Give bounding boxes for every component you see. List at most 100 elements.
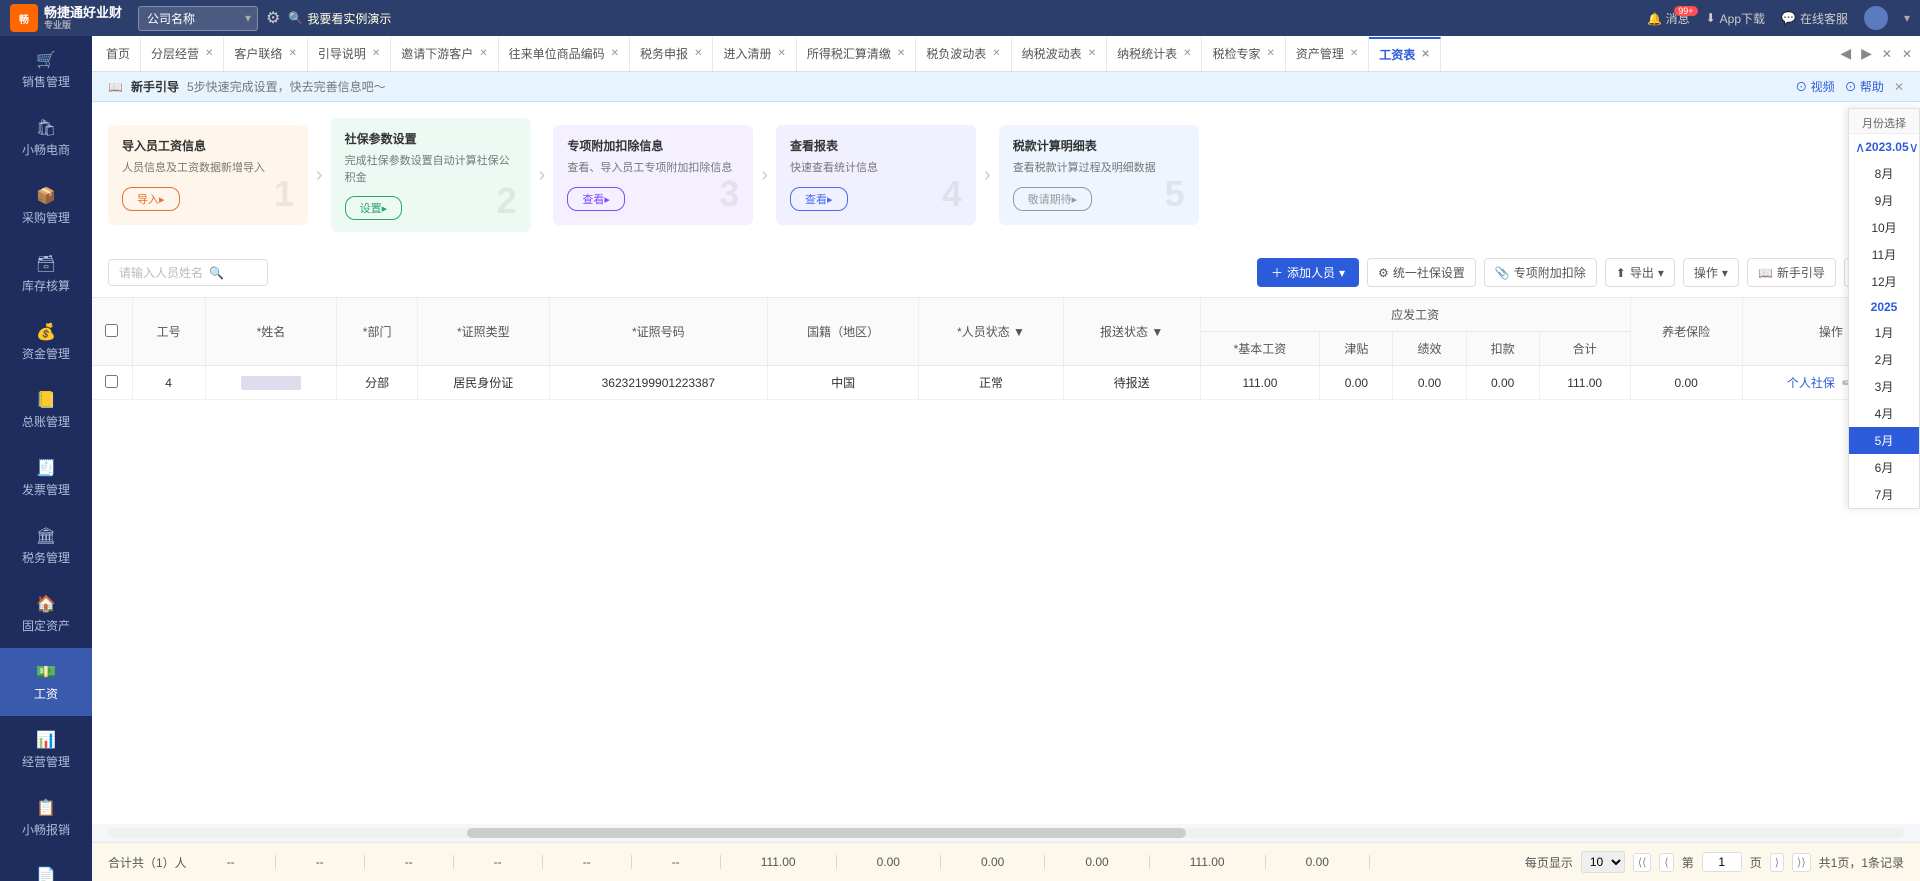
tab-close-product[interactable]: ✕ <box>611 48 619 59</box>
month-next-btn[interactable]: ∨ <box>1909 140 1919 154</box>
guide-close-btn[interactable]: ✕ <box>1894 80 1904 94</box>
demo-link[interactable]: 🔍 我要看实例演示 <box>288 10 391 27</box>
th-checkbox[interactable] <box>92 298 132 366</box>
sidebar-item-invoice[interactable]: 🧾 发票管理 <box>0 444 92 512</box>
new-guide-btn[interactable]: 📖 新手引导 <box>1747 258 1836 287</box>
operation-btn[interactable]: 操作 ▾ <box>1683 258 1739 287</box>
tab-invite[interactable]: 邀请下游客户✕ <box>391 37 498 71</box>
tab-close-income[interactable]: ✕ <box>897 48 905 59</box>
sidebar-item-basic[interactable]: 📄 基础信息 <box>0 852 92 881</box>
month-item-7[interactable]: 7月 <box>1849 481 1919 508</box>
month-item-12[interactable]: 12月 <box>1849 268 1919 295</box>
step-arrow-1: › <box>316 164 323 187</box>
tab-home[interactable]: 首页 <box>96 37 141 71</box>
tab-close-checklist[interactable]: ✕ <box>777 48 785 59</box>
report-filter-icon[interactable]: ▼ <box>1151 325 1163 339</box>
sidebar-item-ledger[interactable]: 📒 总账管理 <box>0 376 92 444</box>
step-4-btn[interactable]: 查看▸ <box>790 187 848 211</box>
month-item-1[interactable]: 1月 <box>1849 319 1919 346</box>
step-5-btn[interactable]: 敬请期待▸ <box>1013 187 1093 211</box>
tab-close-layered[interactable]: ✕ <box>205 48 213 59</box>
user-avatar[interactable] <box>1864 6 1888 30</box>
month-item-8[interactable]: 8月 <box>1849 160 1919 187</box>
tab-income-tax[interactable]: 所得税汇算清缴✕ <box>797 37 916 71</box>
step-3-btn[interactable]: 查看▸ <box>567 187 625 211</box>
tab-close-burden[interactable]: ✕ <box>992 48 1000 59</box>
tab-salary[interactable]: 工资表✕ <box>1369 37 1440 71</box>
tab-tax-wave[interactable]: 纳税波动表✕ <box>1012 37 1107 71</box>
tab-checklist[interactable]: 进入清册✕ <box>713 37 796 71</box>
select-all-checkbox[interactable] <box>105 324 118 337</box>
page-prev-btn[interactable]: ⟨ <box>1659 853 1673 872</box>
scrollbar-thumb[interactable] <box>467 828 1185 838</box>
month-item-6[interactable]: 6月 <box>1849 454 1919 481</box>
page-number-input[interactable] <box>1702 852 1742 872</box>
tab-close-customer[interactable]: ✕ <box>288 48 296 59</box>
add-employee-btn[interactable]: ＋ 添加人员 ▾ <box>1257 258 1359 287</box>
step-1-btn[interactable]: 导入▸ <box>122 187 180 211</box>
footer-count: 合计共（1）人 <box>108 854 187 871</box>
page-next-btn[interactable]: ⟩ <box>1770 853 1784 872</box>
tab-customer[interactable]: 客户联络✕ <box>224 37 307 71</box>
row-checkbox[interactable] <box>92 366 132 400</box>
month-item-4[interactable]: 4月 <box>1849 400 1919 427</box>
notification-btn[interactable]: 🔔 99+ 消息 <box>1647 10 1689 27</box>
special-deduction-btn[interactable]: 📎 专项附加扣除 <box>1484 258 1597 287</box>
user-menu-icon[interactable]: ▾ <box>1904 11 1910 25</box>
video-link[interactable]: ⊙ 视频 <box>1795 78 1834 95</box>
tab-product-code[interactable]: 往来单位商品编码✕ <box>499 37 630 71</box>
sidebar-item-ops[interactable]: 📊 经营管理 <box>0 716 92 784</box>
sidebar-item-finance[interactable]: 💰 资金管理 <box>0 308 92 376</box>
sidebar-label-sales: 销售管理 <box>22 75 70 89</box>
month-item-2[interactable]: 2月 <box>1849 346 1919 373</box>
tab-close-stats[interactable]: ✕ <box>1183 48 1191 59</box>
online-service-btn[interactable]: 💬 在线客服 <box>1781 10 1848 27</box>
sidebar-item-inventory[interactable]: 🗃 库存核算 <box>0 240 92 308</box>
settings-icon[interactable]: ⚙ <box>266 8 280 28</box>
tab-guide[interactable]: 引导说明✕ <box>308 37 391 71</box>
sidebar-item-sales[interactable]: 🛒 销售管理 <box>0 36 92 104</box>
month-item-10[interactable]: 10月 <box>1849 214 1919 241</box>
tab-next-btn[interactable]: ▶ <box>1857 45 1876 62</box>
month-item-5[interactable]: 5月 <box>1849 427 1919 454</box>
tab-more-btn[interactable]: ✕ <box>1878 47 1896 61</box>
step-2-btn[interactable]: 设置▸ <box>345 196 403 220</box>
month-item-11[interactable]: 11月 <box>1849 241 1919 268</box>
tab-close-assets[interactable]: ✕ <box>1350 48 1358 59</box>
horizontal-scrollbar[interactable] <box>108 828 1904 838</box>
sidebar-item-expense[interactable]: 📋 小畅报销 <box>0 784 92 852</box>
sidebar-item-tax[interactable]: 🏛 税务管理 <box>0 512 92 580</box>
sidebar-item-purchase[interactable]: 📦 采购管理 <box>0 172 92 240</box>
sidebar-item-assets[interactable]: 🏠 固定资产 <box>0 580 92 648</box>
tab-close-invite[interactable]: ✕ <box>479 48 487 59</box>
app-download-btn[interactable]: ⬇ App下载 <box>1706 10 1765 27</box>
tab-layered-ops[interactable]: 分层经营✕ <box>141 37 224 71</box>
export-btn[interactable]: ⬆ 导出 ▾ <box>1605 258 1675 287</box>
tab-tax-expert[interactable]: 税检专家✕ <box>1202 37 1285 71</box>
help-link[interactable]: ⊙ 帮助 <box>1845 78 1884 95</box>
op-social-btn[interactable]: 个人社保 <box>1787 376 1835 390</box>
sidebar-item-ecommerce[interactable]: 🛍 小畅电商 <box>0 104 92 172</box>
search-input-wrapper[interactable]: 请输入人员姓名 🔍 <box>108 259 268 286</box>
month-item-9[interactable]: 9月 <box>1849 187 1919 214</box>
tab-tax-burden[interactable]: 税负波动表✕ <box>916 37 1011 71</box>
status-filter-icon[interactable]: ▼ <box>1013 325 1025 339</box>
tab-close-salary[interactable]: ✕ <box>1421 49 1429 60</box>
tab-prev-btn[interactable]: ◀ <box>1836 45 1855 62</box>
tab-tax-report[interactable]: 税务申报✕ <box>630 37 713 71</box>
tab-assets[interactable]: 资产管理✕ <box>1286 37 1369 71</box>
month-prev-btn[interactable]: ∧ <box>1855 140 1865 154</box>
tab-close-tax[interactable]: ✕ <box>694 48 702 59</box>
social-security-btn[interactable]: ⚙ 统一社保设置 <box>1367 258 1476 287</box>
per-page-select[interactable]: 10 20 50 <box>1581 851 1625 873</box>
page-last-btn[interactable]: ⟩⟩ <box>1792 853 1811 872</box>
tab-close-expert[interactable]: ✕ <box>1267 48 1275 59</box>
month-item-3[interactable]: 3月 <box>1849 373 1919 400</box>
company-dropdown[interactable]: 公司名称 ▾ <box>138 6 258 31</box>
tab-tax-stats[interactable]: 纳税统计表✕ <box>1107 37 1202 71</box>
tab-close-wave[interactable]: ✕ <box>1088 48 1096 59</box>
sidebar-item-salary[interactable]: 💵 工资 <box>0 648 92 716</box>
tab-closeall-btn[interactable]: ✕ <box>1898 47 1916 61</box>
tab-close-guide[interactable]: ✕ <box>372 48 380 59</box>
page-first-btn[interactable]: ⟨⟨ <box>1633 853 1652 872</box>
